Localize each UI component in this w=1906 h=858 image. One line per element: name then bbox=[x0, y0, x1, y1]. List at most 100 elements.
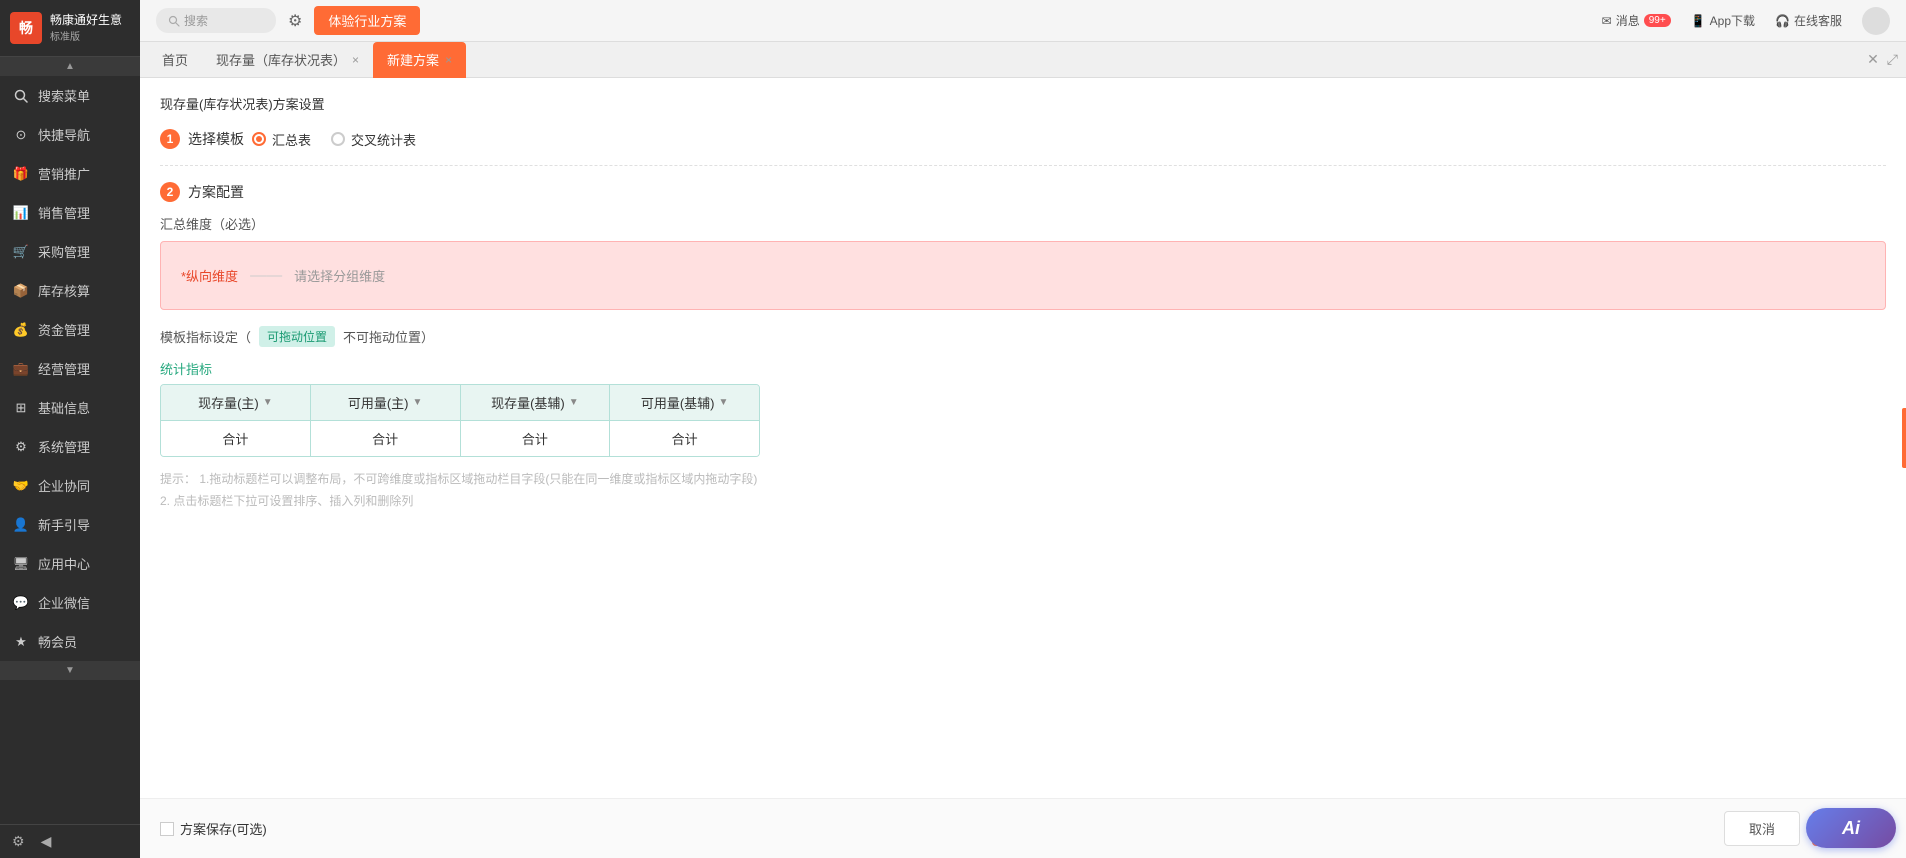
app-logo-icon: 畅 bbox=[10, 12, 42, 44]
money-icon: 💰 bbox=[12, 321, 30, 339]
briefcase-icon: 💼 bbox=[12, 360, 30, 378]
stats-col-2-body: 合计 bbox=[311, 421, 460, 456]
sidebar-item-newbie[interactable]: 👤 新手引导 bbox=[0, 505, 140, 544]
sidebar-item-collab[interactable]: 🤝 企业协同 bbox=[0, 466, 140, 505]
tab-new-plan-close[interactable]: × bbox=[445, 53, 452, 67]
settings-icon: ⚙ bbox=[12, 438, 30, 456]
sidebar-item-inventory[interactable]: 📦 库存核算 bbox=[0, 271, 140, 310]
stats-col-1-body: 合计 bbox=[161, 421, 310, 456]
sidebar-item-sales[interactable]: 📊 销售管理 bbox=[0, 193, 140, 232]
tab-inventory-close[interactable]: × bbox=[352, 53, 359, 67]
message-icon: ✉ bbox=[1602, 14, 1612, 28]
sidebar-item-navigation[interactable]: ⊙ 快捷导航 bbox=[0, 115, 140, 154]
phone-icon: 📱 bbox=[1691, 14, 1706, 28]
sidebar-item-system[interactable]: ⚙ 系统管理 bbox=[0, 427, 140, 466]
radio-summary-label: 汇总表 bbox=[272, 130, 311, 149]
radio-summary[interactable]: 汇总表 bbox=[252, 130, 311, 149]
topbar-gear[interactable]: ⚙ bbox=[288, 11, 302, 31]
topbar-search[interactable]: 搜索 bbox=[156, 8, 276, 33]
tab-close-all[interactable]: ✕ bbox=[1867, 51, 1879, 68]
radio-cross[interactable]: 交叉统计表 bbox=[331, 130, 416, 149]
template-radio-group: 汇总表 交叉统计表 bbox=[252, 130, 416, 149]
step2-number: 2 bbox=[160, 182, 180, 202]
monitor-icon: 🖥 bbox=[12, 555, 30, 573]
step2-title: 方案配置 bbox=[188, 182, 244, 202]
sidebar-nav-label: 快捷导航 bbox=[38, 125, 90, 144]
chevron-down-icon-4: ▼ bbox=[719, 397, 729, 408]
step1-number: 1 bbox=[160, 129, 180, 149]
save-option[interactable]: 方案保存(可选) bbox=[160, 819, 267, 838]
sidebar-item-weixin[interactable]: 💬 企业微信 bbox=[0, 583, 140, 622]
user-plus-icon: 👤 bbox=[12, 516, 30, 534]
messages-item[interactable]: ✉ 消息 99+ bbox=[1602, 12, 1671, 29]
step2-section: 2 方案配置 汇总维度（必选） *纵向维度 —— 请选择分组维度 模板指标设定（… bbox=[160, 182, 1886, 512]
handshake-icon: 🤝 bbox=[12, 477, 30, 495]
ai-button[interactable]: Ai bbox=[1806, 808, 1896, 848]
topbar-right: ✉ 消息 99+ 📱 App下载 🎧 在线客服 bbox=[1602, 7, 1890, 35]
messages-badge: 99+ bbox=[1644, 14, 1671, 27]
radio-cross-label: 交叉统计表 bbox=[351, 130, 416, 149]
stats-col-4: 可用量(基辅) ▼ 合计 bbox=[610, 385, 759, 456]
sidebar-item-basic-info[interactable]: ⊞ 基础信息 bbox=[0, 388, 140, 427]
sidebar-item-finance[interactable]: 💰 资金管理 bbox=[0, 310, 140, 349]
user-avatar[interactable] bbox=[1862, 7, 1890, 35]
tab-inventory[interactable]: 现存量（库存状况表） × bbox=[202, 42, 373, 78]
audio-icon[interactable]: ◀ bbox=[41, 833, 52, 850]
app-logo-text: 畅康通好生意 标准版 bbox=[50, 13, 122, 44]
vertical-label: *纵向维度 bbox=[181, 266, 238, 285]
sidebar-item-management[interactable]: 💼 经营管理 bbox=[0, 349, 140, 388]
stats-col-4-header[interactable]: 可用量(基辅) ▼ bbox=[610, 385, 759, 421]
stats-col-1-header[interactable]: 现存量(主) ▼ bbox=[161, 385, 310, 421]
tip-1: 提示： 1.拖动标题栏可以调整布局，不可跨维度或指标区域拖动栏目字段(只能在同一… bbox=[160, 469, 1886, 491]
radio-cross-circle bbox=[331, 132, 345, 146]
step2-header: 2 方案配置 bbox=[160, 182, 1886, 202]
topbar: 搜索 ⚙ 体验行业方案 ✉ 消息 99+ 📱 App下载 🎧 在线客服 bbox=[140, 0, 1906, 42]
step1-title: 选择模板 bbox=[188, 129, 244, 149]
online-service-item[interactable]: 🎧 在线客服 bbox=[1775, 12, 1842, 29]
footer: 方案保存(可选) 取消 查询 bbox=[140, 798, 1906, 858]
industry-btn[interactable]: 体验行业方案 bbox=[314, 6, 420, 35]
tab-maximize[interactable]: ⤢ bbox=[1887, 51, 1898, 68]
indicator-settings: 模板指标设定（ 可拖动位置 不可拖动位置） bbox=[160, 326, 1886, 347]
sidebar-item-purchase[interactable]: 🛒 采购管理 bbox=[0, 232, 140, 271]
dimension-area[interactable]: *纵向维度 —— 请选择分组维度 bbox=[160, 241, 1886, 310]
tip-2: 2. 点击标题栏下拉可设置排序、插入列和删除列 bbox=[160, 491, 1886, 513]
stats-col-3-body: 合计 bbox=[461, 421, 610, 456]
sidebar-scroll-up[interactable]: ▲ bbox=[0, 57, 140, 76]
member-icon: ★ bbox=[12, 633, 30, 651]
sidebar-item-app-center[interactable]: 🖥 应用中心 bbox=[0, 544, 140, 583]
step1-section: 1 选择模板 汇总表 交叉统计表 bbox=[160, 129, 1886, 149]
gift-icon: 🎁 bbox=[12, 165, 30, 183]
dimension-dash: —— bbox=[250, 267, 282, 285]
compass-icon: ⊙ bbox=[12, 126, 30, 144]
settings-bottom-icon[interactable]: ⚙ bbox=[12, 833, 25, 850]
radio-summary-circle bbox=[252, 132, 266, 146]
stats-section-label: 统计指标 bbox=[160, 359, 1886, 378]
tab-new-plan[interactable]: 新建方案 × bbox=[373, 42, 466, 78]
chevron-down-icon-3: ▼ bbox=[569, 397, 579, 408]
tab-home[interactable]: 首页 bbox=[148, 42, 202, 78]
sidebar-scroll-down[interactable]: ▼ bbox=[0, 661, 140, 680]
chevron-down-icon-1: ▼ bbox=[263, 397, 273, 408]
main-area: 搜索 ⚙ 体验行业方案 ✉ 消息 99+ 📱 App下载 🎧 在线客服 首页 bbox=[140, 0, 1906, 858]
stats-col-2-header[interactable]: 可用量(主) ▼ bbox=[311, 385, 460, 421]
stats-col-1: 现存量(主) ▼ 合计 bbox=[161, 385, 311, 456]
sidebar-item-search[interactable]: 搜索菜单 bbox=[0, 76, 140, 115]
stats-col-3-header[interactable]: 现存量(基辅) ▼ bbox=[461, 385, 610, 421]
box-icon: 📦 bbox=[12, 282, 30, 300]
sidebar-item-member[interactable]: ★ 畅会员 bbox=[0, 622, 140, 661]
tabs-bar: 首页 现存量（库存状况表） × 新建方案 × ✕ ⤢ bbox=[140, 42, 1906, 78]
topbar-search-icon bbox=[168, 15, 180, 27]
sidebar-item-marketing[interactable]: 🎁 营销推广 bbox=[0, 154, 140, 193]
app-download-item[interactable]: 📱 App下载 bbox=[1691, 12, 1755, 29]
cancel-button[interactable]: 取消 bbox=[1724, 811, 1800, 846]
stats-table: 现存量(主) ▼ 合计 可用量(主) ▼ bbox=[160, 384, 760, 457]
stats-table-header: 现存量(主) ▼ 合计 可用量(主) ▼ bbox=[161, 385, 759, 456]
bag-icon: 🛒 bbox=[12, 243, 30, 261]
topbar-search-text: 搜索 bbox=[184, 12, 208, 29]
tabs-actions: ✕ ⤢ bbox=[1867, 51, 1898, 68]
save-checkbox[interactable] bbox=[160, 822, 174, 836]
dimension-placeholder: 请选择分组维度 bbox=[294, 266, 385, 285]
chart-icon: 📊 bbox=[12, 204, 30, 222]
chat-icon: 💬 bbox=[12, 594, 30, 612]
